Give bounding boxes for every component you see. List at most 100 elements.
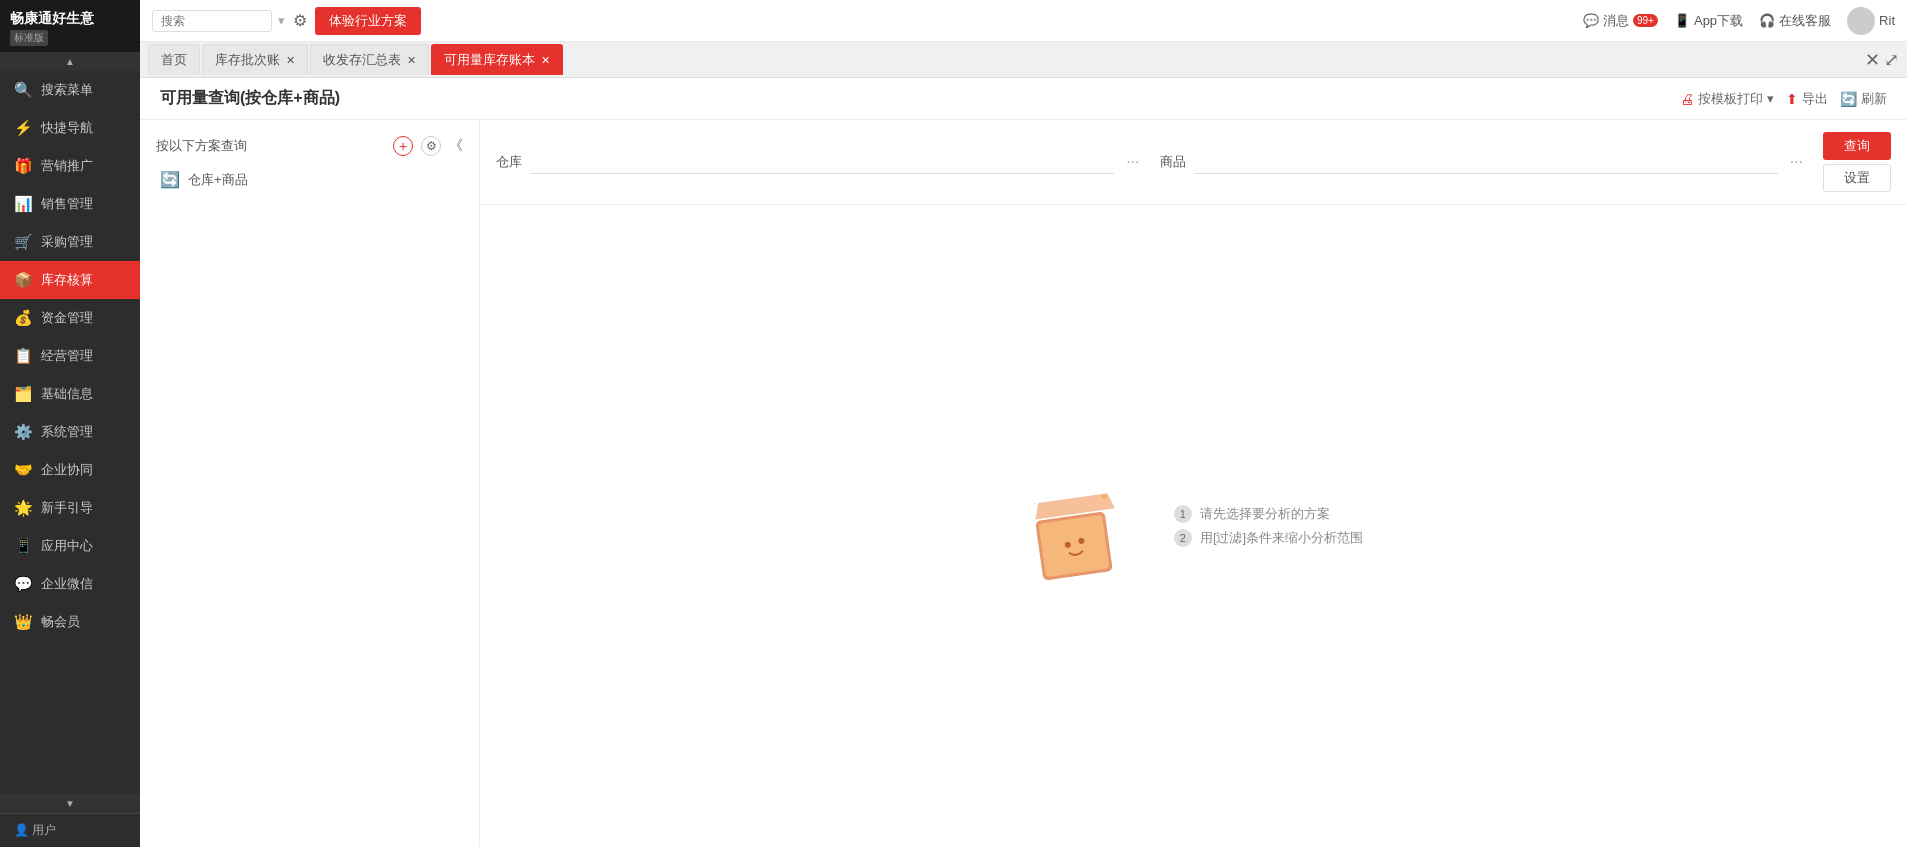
trial-industry-button[interactable]: 体验行业方案 <box>315 7 421 35</box>
filter-item-label: 仓库+商品 <box>188 171 248 189</box>
sidebar-item-system[interactable]: ⚙️ 系统管理 <box>0 413 140 451</box>
gear-icon: ⚙️ <box>14 423 33 441</box>
tab-inventory-batch-close[interactable]: ✕ <box>286 54 295 67</box>
sidebar-item-label: 采购管理 <box>41 233 93 251</box>
money-icon: 💰 <box>14 309 33 327</box>
tabs-actions: ✕ ⤢ <box>1865 49 1899 71</box>
tab-available-ledger[interactable]: 可用量库存账本 ✕ <box>431 44 563 75</box>
sidebar-item-label: 新手引导 <box>41 499 93 517</box>
filter-add-button[interactable]: + <box>393 136 413 156</box>
sidebar-item-wechat[interactable]: 💬 企业微信 <box>0 565 140 603</box>
sidebar-item-guide[interactable]: 🌟 新手引导 <box>0 489 140 527</box>
version-tag: 标准版 <box>10 30 48 46</box>
app-download-label: App下载 <box>1694 12 1743 30</box>
gift-icon: 🎁 <box>14 157 33 175</box>
warehouse-input[interactable] <box>530 150 1114 174</box>
message-item[interactable]: 💬 消息 99+ <box>1583 12 1658 30</box>
hint-text-2: 用[过滤]条件来缩小分析范围 <box>1200 529 1363 547</box>
sidebar-item-label: 应用中心 <box>41 537 93 555</box>
app-download-item[interactable]: 📱 App下载 <box>1674 12 1743 30</box>
sidebar-item-label: 销售管理 <box>41 195 93 213</box>
refresh-icon: 🔄 <box>1840 91 1857 107</box>
print-action[interactable]: 🖨 按模板打印 ▾ <box>1680 90 1774 108</box>
left-filter-panel: 按以下方案查询 + ⚙ 《 🔄 仓库+商品 <box>140 120 480 847</box>
box-icon: 📦 <box>14 271 33 289</box>
sidebar-item-shortcut[interactable]: ⚡ 快捷导航 <box>0 109 140 147</box>
svg-text:✦: ✦ <box>1099 490 1109 504</box>
query-button[interactable]: 查询 <box>1823 132 1891 160</box>
filter-collapse-button[interactable]: 《 <box>449 137 463 155</box>
sidebar-item-basic[interactable]: 🗂️ 基础信息 <box>0 375 140 413</box>
sidebar-item-enterprise[interactable]: 🤝 企业协同 <box>0 451 140 489</box>
sidebar-item-app[interactable]: 📱 应用中心 <box>0 527 140 565</box>
empty-hint-2: 2 用[过滤]条件来缩小分析范围 <box>1174 529 1363 547</box>
sidebar-item-label: 畅会员 <box>41 613 80 631</box>
sidebar-scroll-down[interactable]: ▼ <box>0 794 140 813</box>
user-name: Rit <box>1879 13 1895 28</box>
sidebar-item-search[interactable]: 🔍 搜索菜单 <box>0 71 140 109</box>
sidebar-item-inventory[interactable]: 📦 库存核算 <box>0 261 140 299</box>
export-label: 导出 <box>1802 90 1828 108</box>
maximize-tab-button[interactable]: ⤢ <box>1884 49 1899 71</box>
search-icon: 🔍 <box>14 81 33 99</box>
tab-home-label: 首页 <box>161 51 187 69</box>
export-action[interactable]: ⬆ 导出 <box>1786 90 1828 108</box>
sidebar-item-finance[interactable]: 💰 资金管理 <box>0 299 140 337</box>
search-input[interactable] <box>152 10 272 32</box>
online-service-item[interactable]: 🎧 在线客服 <box>1759 12 1831 30</box>
print-dropdown-icon[interactable]: ▾ <box>1767 91 1774 106</box>
message-label: 消息 <box>1603 12 1629 30</box>
print-icon: 🖨 <box>1680 91 1694 107</box>
empty-hints: 1 请先选择要分析的方案 2 用[过滤]条件来缩小分析范围 <box>1174 505 1363 547</box>
sidebar-item-purchase[interactable]: 🛒 采购管理 <box>0 223 140 261</box>
sidebar-item-label: 系统管理 <box>41 423 93 441</box>
sidebar-item-label: 企业微信 <box>41 575 93 593</box>
print-label: 按模板打印 <box>1698 90 1763 108</box>
tab-available-ledger-close[interactable]: ✕ <box>541 54 550 67</box>
user-label: 👤 用户 <box>14 823 56 837</box>
svg-rect-1 <box>1038 515 1109 577</box>
refresh-action[interactable]: 🔄 刷新 <box>1840 90 1887 108</box>
warehouse-label: 仓库 <box>496 153 522 171</box>
avatar <box>1847 7 1875 35</box>
sidebar-item-operation[interactable]: 📋 经营管理 <box>0 337 140 375</box>
sidebar-item-member[interactable]: 👑 畅会员 <box>0 603 140 641</box>
goods-input[interactable] <box>1194 150 1778 174</box>
sidebar-bottom-user[interactable]: 👤 用户 <box>0 813 140 847</box>
filter-item-warehouse-goods[interactable]: 🔄 仓库+商品 <box>140 162 479 197</box>
sidebar-item-label: 搜索菜单 <box>41 81 93 99</box>
folder-icon: 🗂️ <box>14 385 33 403</box>
sidebar-item-label: 营销推广 <box>41 157 93 175</box>
user-avatar-item[interactable]: Rit <box>1847 7 1895 35</box>
warehouse-more-icon[interactable]: ··· <box>1122 153 1143 171</box>
dropdown-arrow-icon[interactable]: ▾ <box>278 13 285 28</box>
tab-inventory-batch[interactable]: 库存批次账 ✕ <box>202 44 308 75</box>
tab-collect-summary[interactable]: 收发存汇总表 ✕ <box>310 44 429 75</box>
goods-label: 商品 <box>1160 153 1186 171</box>
gear-settings-icon[interactable]: ⚙ <box>293 11 307 30</box>
sidebar-header: 畅康通好生意 标准版 <box>0 0 140 52</box>
close-tab-button[interactable]: ✕ <box>1865 49 1880 71</box>
mobile-icon: 📱 <box>14 537 33 555</box>
goods-field: 商品 ··· <box>1160 150 1808 174</box>
page-header: 可用量查询(按仓库+商品) 🖨 按模板打印 ▾ ⬆ 导出 🔄 刷新 <box>140 78 1907 120</box>
warehouse-goods-icon: 🔄 <box>160 170 180 189</box>
tab-available-ledger-label: 可用量库存账本 <box>444 51 535 69</box>
empty-visual-wrapper: ✦ · 1 请先选择要分析的方案 2 用[过滤]条件来缩小分析范围 <box>1024 476 1363 576</box>
online-service-label: 在线客服 <box>1779 12 1831 30</box>
cart-icon: 🛒 <box>14 233 33 251</box>
tab-collect-summary-close[interactable]: ✕ <box>407 54 416 67</box>
sidebar-item-sales[interactable]: 📊 销售管理 <box>0 185 140 223</box>
sidebar-scroll-up[interactable]: ▲ <box>0 52 140 71</box>
topbar: ▾ ⚙ 体验行业方案 💬 消息 99+ 📱 App下载 🎧 在线客服 Rit <box>140 0 1907 42</box>
message-icon: 💬 <box>1583 13 1599 28</box>
shortcut-icon: ⚡ <box>14 119 33 137</box>
sidebar-item-marketing[interactable]: 🎁 营销推广 <box>0 147 140 185</box>
handshake-icon: 🤝 <box>14 461 33 479</box>
settings-button[interactable]: 设置 <box>1823 164 1891 192</box>
tab-home[interactable]: 首页 <box>148 44 200 75</box>
topbar-search: ▾ <box>152 10 285 32</box>
right-content: 仓库 ··· 商品 ··· 查询 设置 <box>480 120 1907 847</box>
filter-settings-button[interactable]: ⚙ <box>421 136 441 156</box>
goods-more-icon[interactable]: ··· <box>1786 153 1807 171</box>
